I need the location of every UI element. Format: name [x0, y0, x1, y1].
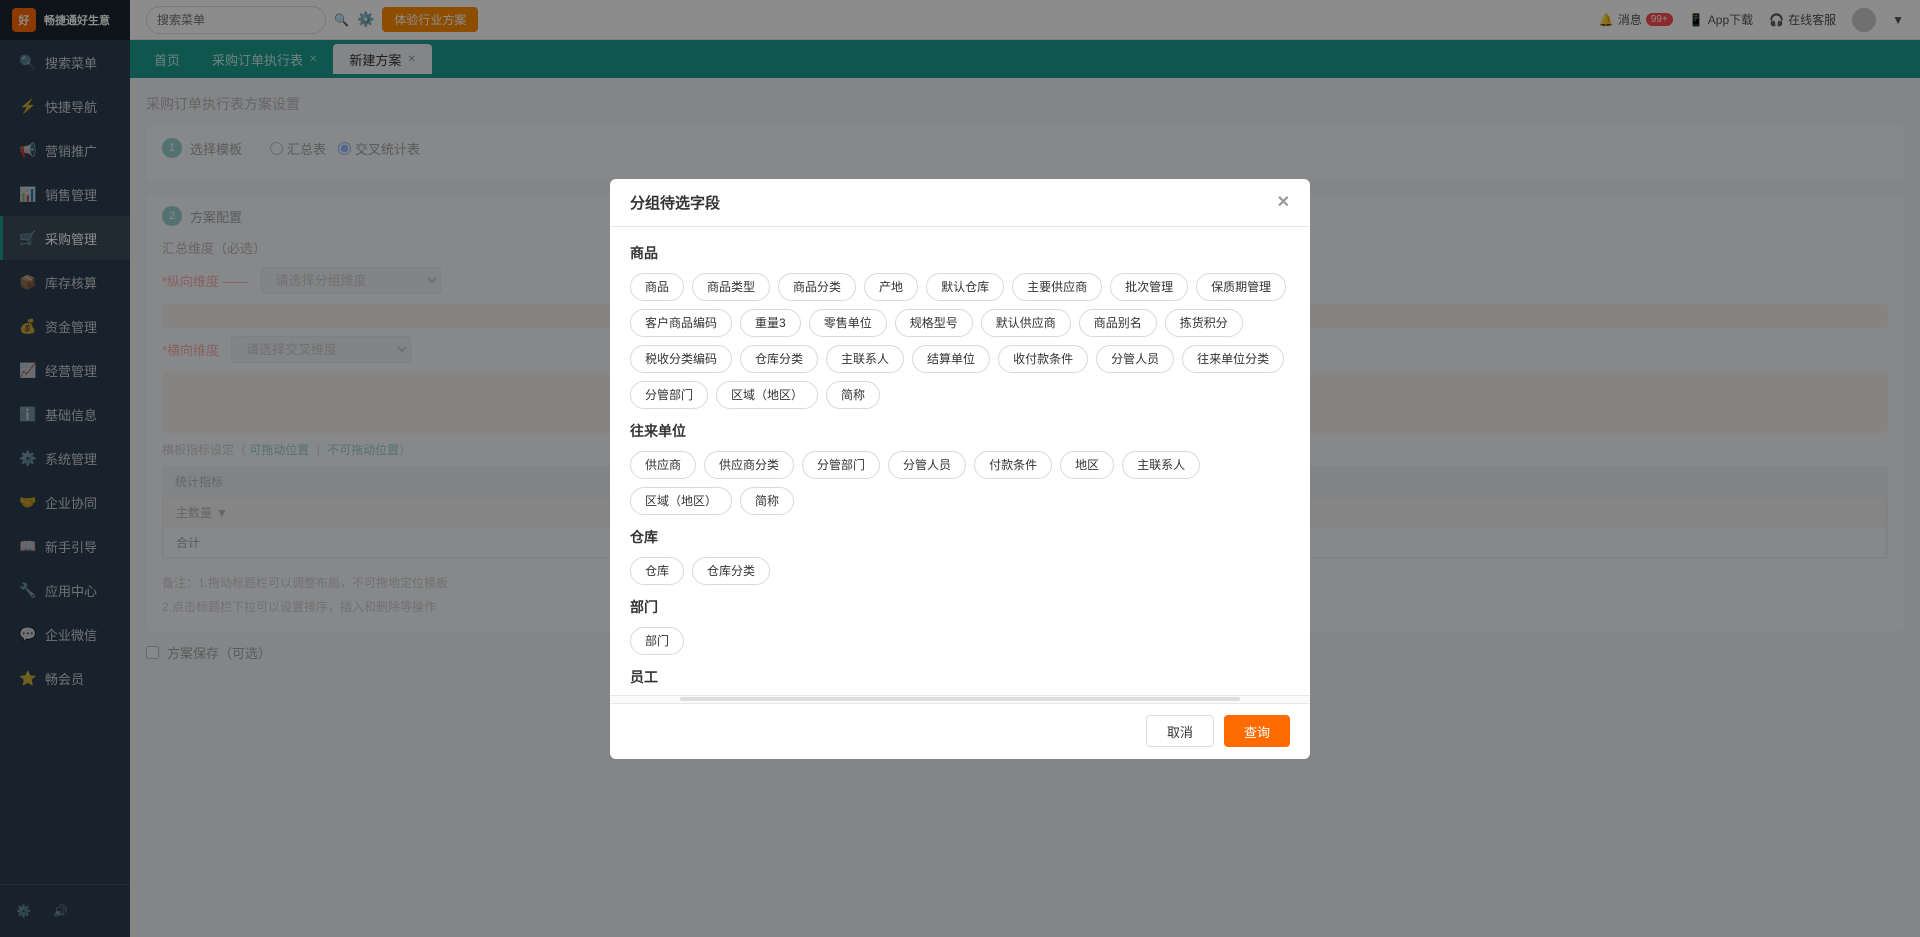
field-tag-0-14[interactable]: 拣货积分: [1165, 309, 1243, 337]
field-tag-0-9[interactable]: 重量3: [740, 309, 801, 337]
modal-header: 分组待选字段 ✕: [610, 179, 1310, 227]
field-tags-3: 部门: [630, 627, 1290, 655]
field-tag-1-0[interactable]: 供应商: [630, 451, 696, 479]
field-tags-1: 供应商供应商分类分管部门分管人员付款条件地区主联系人区域（地区） 简称: [630, 451, 1290, 515]
field-tag-1-8[interactable]: 简称: [740, 487, 794, 515]
field-tag-1-4[interactable]: 付款条件: [974, 451, 1052, 479]
field-tag-0-19[interactable]: 收付款条件: [998, 345, 1088, 373]
field-tag-0-21[interactable]: 往来单位分类: [1182, 345, 1284, 373]
field-tag-0-2[interactable]: 商品分类: [778, 273, 856, 301]
field-tag-1-3[interactable]: 分管人员: [888, 451, 966, 479]
field-tag-0-22[interactable]: 分管部门: [630, 381, 708, 409]
cancel-button[interactable]: 取消: [1146, 715, 1214, 747]
field-tags-2: 仓库仓库分类: [630, 557, 1290, 585]
modal-footer: 取消 查询: [610, 703, 1310, 759]
field-tag-1-6[interactable]: 主联系人: [1122, 451, 1200, 479]
confirm-button[interactable]: 查询: [1224, 715, 1290, 747]
field-tag-1-2[interactable]: 分管部门: [802, 451, 880, 479]
section-title-1: 往来单位: [630, 421, 1290, 441]
field-tag-0-12[interactable]: 默认供应商: [981, 309, 1071, 337]
field-tag-2-0[interactable]: 仓库: [630, 557, 684, 585]
field-select-modal: 分组待选字段 ✕ 商品商品商品类型商品分类产地默认仓库主要供应商批次管理保质期管…: [610, 179, 1310, 759]
field-tag-1-5[interactable]: 地区: [1060, 451, 1114, 479]
field-tag-0-11[interactable]: 规格型号: [895, 309, 973, 337]
field-tag-0-8[interactable]: 客户商品编码: [630, 309, 732, 337]
field-tag-0-10[interactable]: 零售单位: [809, 309, 887, 337]
field-tag-0-18[interactable]: 结算单位: [912, 345, 990, 373]
field-tag-0-6[interactable]: 批次管理: [1110, 273, 1188, 301]
section-title-2: 仓库: [630, 527, 1290, 547]
field-tags-0: 商品商品类型商品分类产地默认仓库主要供应商批次管理保质期管理客户商品编码重量3 零…: [630, 273, 1290, 409]
section-title-4: 员工: [630, 667, 1290, 687]
modal-overlay: 分组待选字段 ✕ 商品商品商品类型商品分类产地默认仓库主要供应商批次管理保质期管…: [0, 0, 1920, 937]
field-tag-0-13[interactable]: 商品别名: [1079, 309, 1157, 337]
field-tag-0-0[interactable]: 商品: [630, 273, 684, 301]
field-tag-0-15[interactable]: 税收分类编码: [630, 345, 732, 373]
modal-hscroll: [610, 695, 1310, 703]
field-tag-1-1[interactable]: 供应商分类: [704, 451, 794, 479]
field-tag-1-7[interactable]: 区域（地区）: [630, 487, 732, 515]
field-tag-0-1[interactable]: 商品类型: [692, 273, 770, 301]
modal-body[interactable]: 商品商品商品类型商品分类产地默认仓库主要供应商批次管理保质期管理客户商品编码重量…: [610, 227, 1310, 695]
field-tag-0-17[interactable]: 主联系人: [826, 345, 904, 373]
modal-title: 分组待选字段: [630, 192, 720, 213]
field-tag-0-23[interactable]: 区域（地区）: [716, 381, 818, 409]
field-tag-3-0[interactable]: 部门: [630, 627, 684, 655]
field-tag-0-3[interactable]: 产地: [864, 273, 918, 301]
field-tag-0-4[interactable]: 默认仓库: [926, 273, 1004, 301]
field-tag-2-1[interactable]: 仓库分类: [692, 557, 770, 585]
section-title-3: 部门: [630, 597, 1290, 617]
field-tag-0-24[interactable]: 简称: [826, 381, 880, 409]
field-tag-0-20[interactable]: 分管人员: [1096, 345, 1174, 373]
field-tag-0-16[interactable]: 仓库分类: [740, 345, 818, 373]
modal-close-icon[interactable]: ✕: [1277, 192, 1290, 212]
field-tag-0-7[interactable]: 保质期管理: [1196, 273, 1286, 301]
field-tag-0-5[interactable]: 主要供应商: [1012, 273, 1102, 301]
section-title-0: 商品: [630, 243, 1290, 263]
